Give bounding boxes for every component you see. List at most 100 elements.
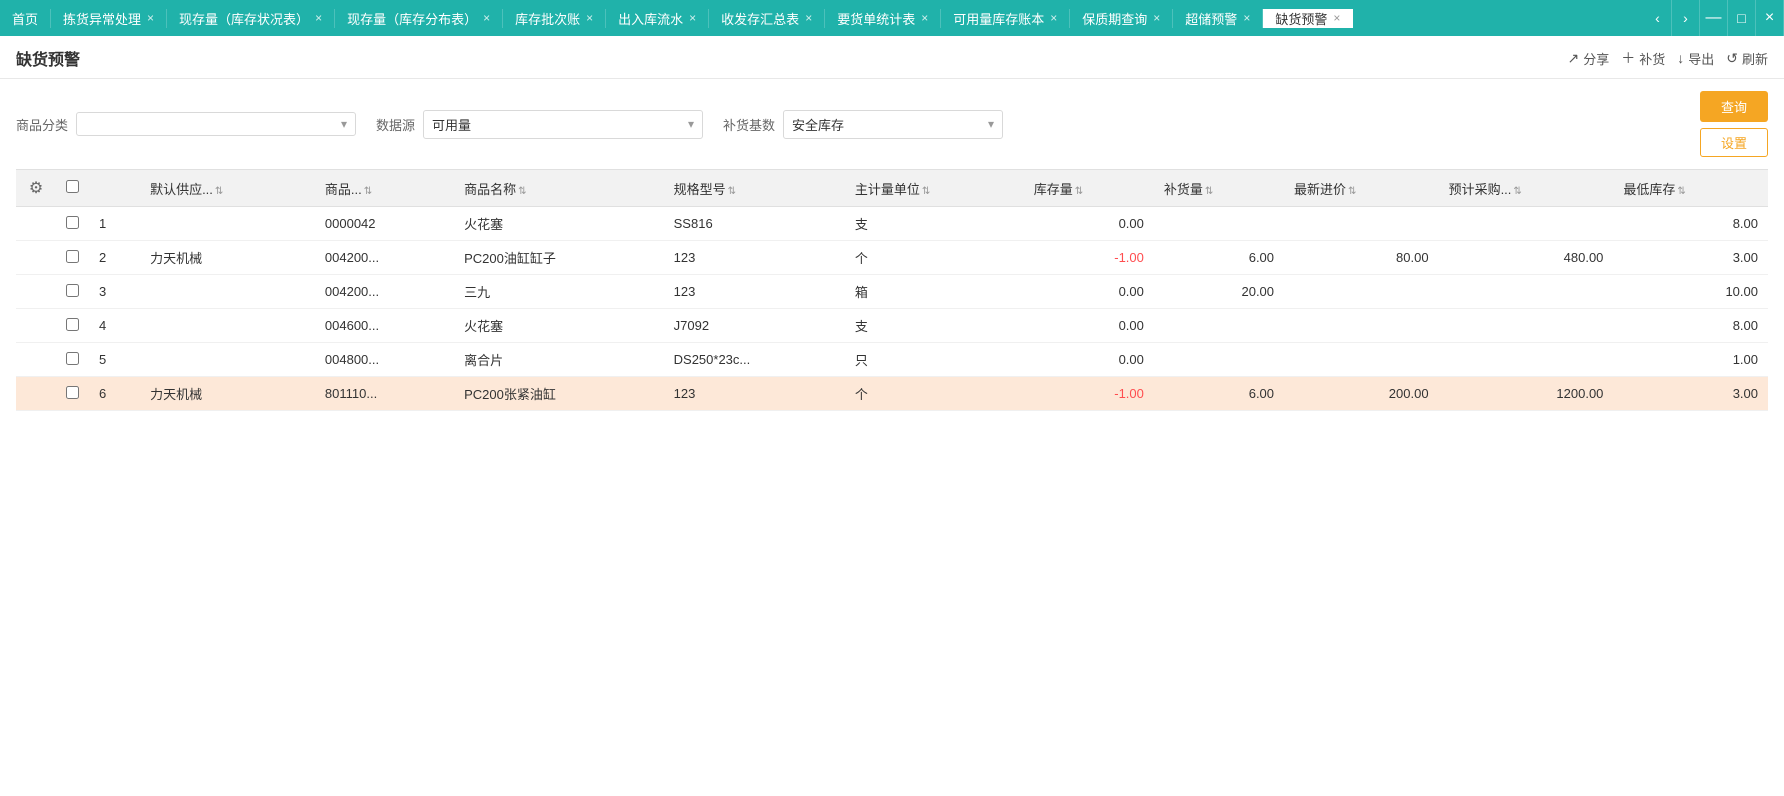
td-stock-4: 0.00 bbox=[1024, 343, 1154, 377]
tab-close-4[interactable]: × bbox=[586, 11, 593, 25]
td-latest-price-1: 80.00 bbox=[1284, 241, 1439, 275]
th-unit[interactable]: 主计量单位⇅ bbox=[845, 170, 1024, 207]
main-content: 缺货预警 ↗ 分享 ＋ 补货 ↓ 导出 ↺ 刷新 商品分类 bbox=[0, 36, 1784, 796]
td-estimated-4 bbox=[1439, 343, 1614, 377]
th-stock[interactable]: 库存量⇅ bbox=[1024, 170, 1154, 207]
sort-min-stock-icon: ⇅ bbox=[1677, 186, 1685, 197]
td-checkbox-2[interactable] bbox=[56, 275, 89, 309]
table-row: 4 004600... 火花塞 J7092 支 0.00 8.00 bbox=[16, 309, 1768, 343]
tab-2[interactable]: 现存量（库存状况表）× bbox=[167, 9, 335, 28]
settings-button[interactable]: 设置 bbox=[1700, 128, 1768, 157]
th-name[interactable]: 商品名称⇅ bbox=[454, 170, 664, 207]
td-spec-4: DS250*23c... bbox=[664, 343, 845, 377]
th-spec[interactable]: 规格型号⇅ bbox=[664, 170, 845, 207]
tab-close-6[interactable]: × bbox=[805, 11, 812, 25]
replenish-select[interactable]: 安全库存 ▾ bbox=[783, 110, 1003, 139]
row-checkbox-3[interactable] bbox=[66, 318, 79, 331]
tab-close-8[interactable]: × bbox=[1050, 11, 1057, 25]
td-checkbox-0[interactable] bbox=[56, 207, 89, 241]
td-code-4: 004800... bbox=[315, 343, 454, 377]
tab-3[interactable]: 现存量（库存分布表）× bbox=[335, 9, 503, 28]
tab-close-1[interactable]: × bbox=[147, 11, 154, 25]
th-estimated[interactable]: 预计采购...⇅ bbox=[1439, 170, 1614, 207]
tab-nav-next[interactable]: › bbox=[1672, 0, 1700, 36]
td-no-1: 2 bbox=[89, 241, 140, 275]
share-button[interactable]: ↗ 分享 bbox=[1567, 49, 1609, 68]
table-container: ⚙ 默认供应...⇅ 商品...⇅ 商品名称⇅ bbox=[0, 169, 1784, 411]
tab-label-6: 收发存汇总表 bbox=[721, 9, 799, 28]
td-latest-price-0 bbox=[1284, 207, 1439, 241]
query-button[interactable]: 查询 bbox=[1700, 91, 1768, 122]
th-supplier[interactable]: 默认供应...⇅ bbox=[140, 170, 315, 207]
table-row: 6 力天机械 801110... PC200张紧油缸 123 个 -1.00 6… bbox=[16, 377, 1768, 411]
td-replenish-3 bbox=[1154, 309, 1284, 343]
tab-close-10[interactable]: × bbox=[1243, 11, 1250, 25]
tab-close-11[interactable]: × bbox=[1333, 11, 1340, 25]
maximize-btn[interactable]: □ bbox=[1728, 0, 1756, 36]
tab-close-5[interactable]: × bbox=[689, 11, 696, 25]
replenish-button[interactable]: ＋ 补货 bbox=[1621, 48, 1665, 68]
tab-9[interactable]: 保质期查询× bbox=[1070, 9, 1173, 28]
td-gear-5 bbox=[16, 377, 56, 411]
table-row: 3 004200... 三九 123 箱 0.00 20.00 10.00 bbox=[16, 275, 1768, 309]
td-no-5: 6 bbox=[89, 377, 140, 411]
tab-11[interactable]: 缺货预警× bbox=[1263, 9, 1353, 28]
td-supplier-2 bbox=[140, 275, 315, 309]
tab-7[interactable]: 要货单统计表× bbox=[825, 9, 941, 28]
close-window-btn[interactable]: × bbox=[1756, 0, 1784, 36]
th-code[interactable]: 商品...⇅ bbox=[315, 170, 454, 207]
tab-4[interactable]: 库存批次账× bbox=[503, 9, 606, 28]
refresh-button[interactable]: ↺ 刷新 bbox=[1726, 49, 1768, 68]
td-code-1: 004200... bbox=[315, 241, 454, 275]
td-stock-0: 0.00 bbox=[1024, 207, 1154, 241]
td-stock-2: 0.00 bbox=[1024, 275, 1154, 309]
minimize-btn[interactable]: — bbox=[1700, 0, 1728, 36]
td-min-stock-4: 1.00 bbox=[1613, 343, 1768, 377]
row-checkbox-1[interactable] bbox=[66, 250, 79, 263]
tab-close-3[interactable]: × bbox=[483, 11, 490, 25]
td-code-2: 004200... bbox=[315, 275, 454, 309]
td-latest-price-4 bbox=[1284, 343, 1439, 377]
tab-close-7[interactable]: × bbox=[921, 11, 928, 25]
tab-1[interactable]: 拣货异常处理× bbox=[51, 9, 167, 28]
datasource-select-value: 可用量 bbox=[432, 115, 688, 134]
td-no-4: 5 bbox=[89, 343, 140, 377]
filter-area: 商品分类 ▾ 数据源 可用量 ▾ 补货基数 安全库存 ▾ 查询 设置 bbox=[0, 79, 1784, 169]
row-checkbox-0[interactable] bbox=[66, 216, 79, 229]
tab-5[interactable]: 出入库流水× bbox=[606, 9, 709, 28]
tab-6[interactable]: 收发存汇总表 × bbox=[709, 9, 825, 28]
tab-10[interactable]: 超储预警× bbox=[1173, 9, 1263, 28]
td-checkbox-5[interactable] bbox=[56, 377, 89, 411]
gear-icon[interactable]: ⚙ bbox=[29, 180, 43, 197]
tab-close-9[interactable]: × bbox=[1153, 11, 1160, 25]
th-checkbox bbox=[56, 170, 89, 207]
td-checkbox-1[interactable] bbox=[56, 241, 89, 275]
export-icon: ↓ bbox=[1677, 50, 1684, 66]
td-name-5: PC200张紧油缸 bbox=[454, 377, 664, 411]
sort-spec-icon: ⇅ bbox=[728, 186, 736, 197]
td-checkbox-3[interactable] bbox=[56, 309, 89, 343]
td-min-stock-3: 8.00 bbox=[1613, 309, 1768, 343]
category-select[interactable]: ▾ bbox=[76, 112, 356, 136]
th-replenish[interactable]: 补货量⇅ bbox=[1154, 170, 1284, 207]
td-no-2: 3 bbox=[89, 275, 140, 309]
tab-8[interactable]: 可用量库存账本× bbox=[941, 9, 1070, 28]
export-button[interactable]: ↓ 导出 bbox=[1677, 49, 1714, 68]
tab-close-2[interactable]: × bbox=[315, 11, 322, 25]
sort-supplier-icon: ⇅ bbox=[215, 186, 223, 197]
table-row: 1 0000042 火花塞 SS816 支 0.00 8.00 bbox=[16, 207, 1768, 241]
row-checkbox-5[interactable] bbox=[66, 386, 79, 399]
th-latest-price[interactable]: 最新进价⇅ bbox=[1284, 170, 1439, 207]
refresh-icon: ↺ bbox=[1726, 50, 1738, 67]
row-checkbox-4[interactable] bbox=[66, 352, 79, 365]
td-unit-2: 箱 bbox=[845, 275, 1024, 309]
datasource-select[interactable]: 可用量 ▾ bbox=[423, 110, 703, 139]
tab-nav-prev[interactable]: ‹ bbox=[1644, 0, 1672, 36]
td-checkbox-4[interactable] bbox=[56, 343, 89, 377]
tab-0[interactable]: 首页 bbox=[0, 9, 51, 28]
td-stock-3: 0.00 bbox=[1024, 309, 1154, 343]
row-checkbox-2[interactable] bbox=[66, 284, 79, 297]
filter-right-actions: 查询 设置 bbox=[1700, 91, 1768, 157]
th-min-stock[interactable]: 最低库存⇅ bbox=[1613, 170, 1768, 207]
select-all-checkbox[interactable] bbox=[66, 180, 79, 193]
